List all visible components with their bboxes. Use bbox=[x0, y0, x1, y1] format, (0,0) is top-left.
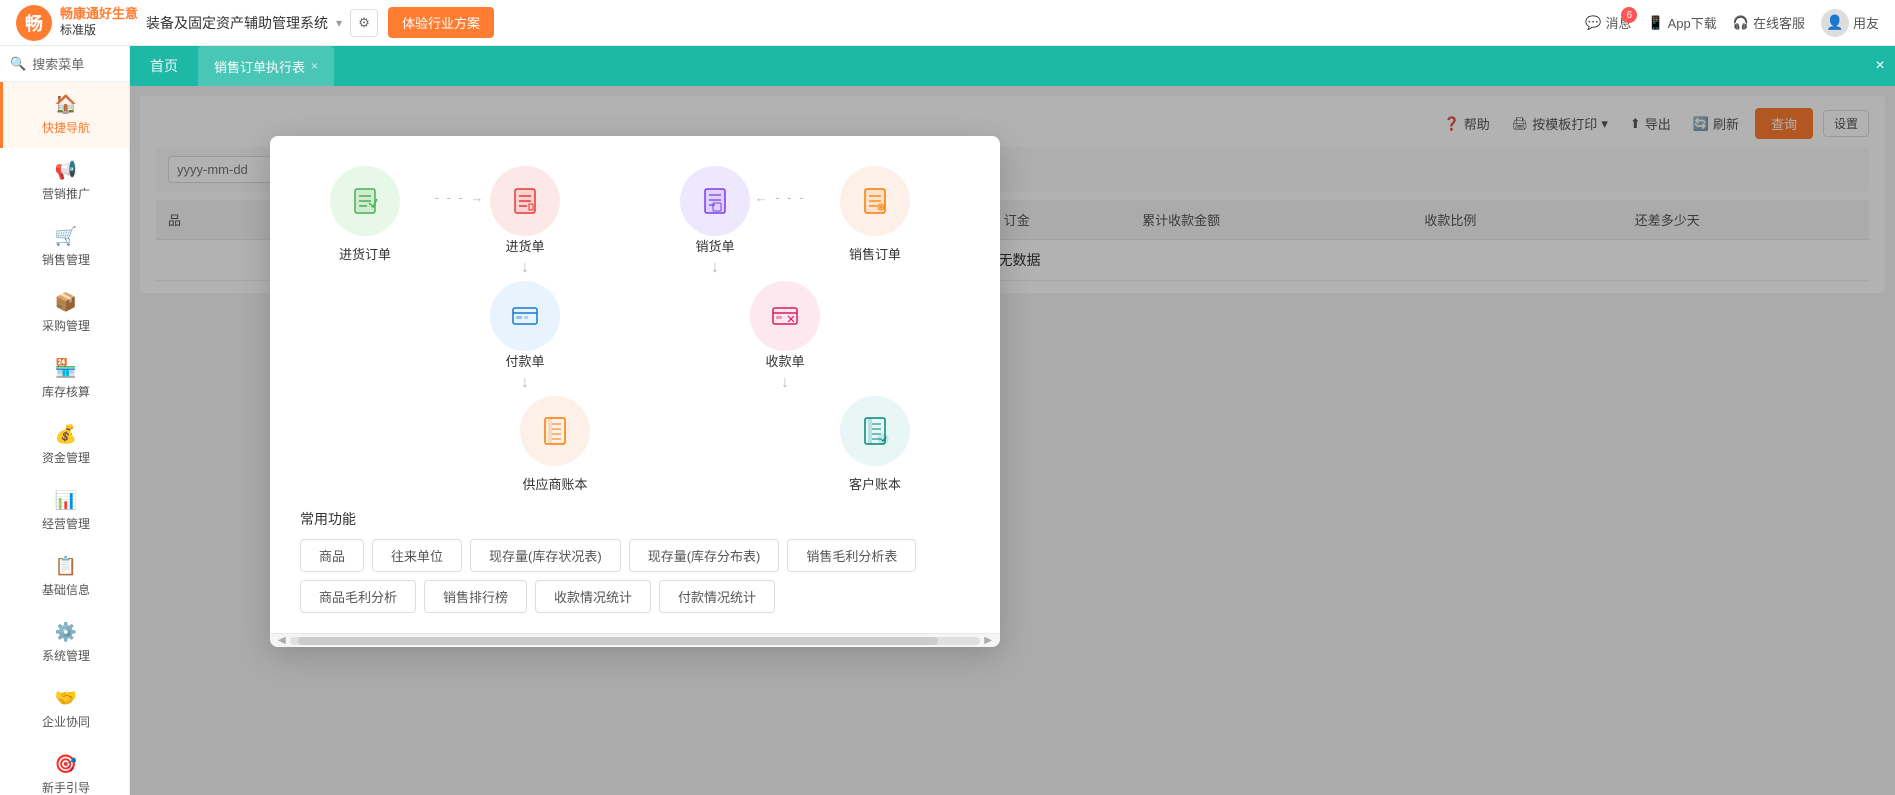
sidebar-label-basic: 基础信息 bbox=[42, 581, 90, 598]
modal-overlay: 进货订单 - - - → bbox=[130, 86, 1895, 795]
sidebar-label-system: 系统管理 bbox=[42, 647, 90, 664]
sidebar-label-guide: 新手引导 bbox=[42, 779, 90, 795]
sidebar-icon-purchase: 📦 bbox=[55, 292, 77, 313]
sidebar-item-guide[interactable]: 🎯 新手引导 bbox=[0, 742, 129, 795]
scrollbar-thumb[interactable] bbox=[298, 637, 938, 645]
service-icon: 🎧 bbox=[1733, 15, 1749, 31]
sidebar-label-inventory: 库存核算 bbox=[42, 383, 90, 400]
tab-close-icon[interactable]: × bbox=[311, 59, 318, 73]
search-icon: 🔍 bbox=[10, 56, 26, 72]
sidebar-label-marketing: 营销推广 bbox=[42, 185, 90, 202]
sidebar-icon-system: ⚙️ bbox=[55, 622, 77, 643]
flow-node-sales-bill[interactable]: 销货单 ↓ bbox=[680, 166, 750, 281]
arrow-purchase-bill-down-icon: ↓ bbox=[521, 259, 529, 277]
purchase-order-icon bbox=[330, 166, 400, 236]
sidebar-item-quick[interactable]: 🏠 快捷导航 bbox=[0, 82, 129, 148]
sidebar-icon-inventory: 🏪 bbox=[55, 358, 77, 379]
flow-diagram: 进货订单 - - - → bbox=[300, 166, 970, 493]
common-func-button[interactable]: 往来单位 bbox=[372, 539, 462, 572]
sidebar-icon-finance: 💰 bbox=[55, 424, 77, 445]
settings-button[interactable]: ⚙ bbox=[350, 9, 378, 37]
app-icon: 📱 bbox=[1647, 15, 1663, 31]
sidebar-icon-sales: 🛒 bbox=[55, 226, 77, 247]
common-func-button[interactable]: 商品 bbox=[300, 539, 364, 572]
sidebar-icon-marketing: 📢 bbox=[55, 160, 77, 181]
flow-node-receipt[interactable]: 收款单 ↓ bbox=[750, 281, 820, 396]
tab-sales-execution[interactable]: 销售订单执行表 × bbox=[198, 46, 334, 86]
logo-icon: 畅 bbox=[16, 5, 52, 41]
service-button[interactable]: 🎧 在线客服 bbox=[1733, 13, 1805, 32]
sidebar: 🔍 搜索菜单 🏠 快捷导航 📢 营销推广 🛒 销售管理 📦 采购管理 🏪 库存核… bbox=[0, 46, 130, 795]
sidebar-item-finance[interactable]: 💰 资金管理 bbox=[0, 412, 129, 478]
flow-node-payment[interactable]: 付款单 ↓ bbox=[490, 281, 560, 396]
scroll-right-icon[interactable]: ▶ bbox=[980, 635, 996, 646]
common-func-title: 常用功能 bbox=[300, 509, 970, 529]
system-title: 装备及固定资产辅助管理系统 ▾ bbox=[146, 13, 342, 33]
trial-button[interactable]: 体验行业方案 bbox=[388, 7, 494, 38]
sidebar-label-quick: 快捷导航 bbox=[42, 119, 90, 136]
user-menu[interactable]: 👤 用友 bbox=[1821, 9, 1879, 37]
flow-node-sales-order[interactable]: 销售订单 bbox=[810, 166, 940, 263]
arrow-sales-bill-down-icon: ↓ bbox=[711, 259, 719, 277]
close-all-tabs-button[interactable]: × bbox=[1865, 46, 1895, 86]
sidebar-icon-basic: 📋 bbox=[55, 556, 77, 577]
tab-bar: 首页 销售订单执行表 × × bbox=[130, 46, 1895, 86]
dropdown-arrow-icon[interactable]: ▾ bbox=[336, 16, 342, 30]
message-button[interactable]: 💬 消息 6 bbox=[1585, 13, 1631, 32]
flow-node-purchase-order[interactable]: 进货订单 bbox=[300, 166, 430, 263]
common-func-button[interactable]: 销售毛利分析表 bbox=[787, 539, 916, 572]
arrow-sales-order-to-bill-icon: ← - - - bbox=[755, 190, 806, 205]
sidebar-item-purchase[interactable]: 📦 采购管理 bbox=[0, 280, 129, 346]
sidebar-item-system[interactable]: ⚙️ 系统管理 bbox=[0, 610, 129, 676]
tab-home[interactable]: 首页 bbox=[130, 46, 198, 86]
sidebar-label-operation: 经营管理 bbox=[42, 515, 90, 532]
sidebar-label-sales: 销售管理 bbox=[42, 251, 90, 268]
sidebar-label-finance: 资金管理 bbox=[42, 449, 90, 466]
sidebar-icon-operation: 📊 bbox=[55, 490, 77, 511]
message-badge: 6 bbox=[1621, 7, 1637, 23]
sidebar-item-basic[interactable]: 📋 基础信息 bbox=[0, 544, 129, 610]
arrow-payment-down-icon: ↓ bbox=[521, 374, 529, 392]
scrollbar-track bbox=[290, 637, 981, 645]
sidebar-icon-quick: 🏠 bbox=[55, 94, 77, 115]
common-func-button[interactable]: 商品毛利分析 bbox=[300, 580, 416, 613]
top-right-area: 💬 消息 6 📱 App下载 🎧 在线客服 👤 用友 bbox=[1585, 9, 1879, 37]
common-func-button[interactable]: 付款情况统计 bbox=[659, 580, 775, 613]
sidebar-item-marketing[interactable]: 📢 营销推广 bbox=[0, 148, 129, 214]
sidebar-item-inventory[interactable]: 🏪 库存核算 bbox=[0, 346, 129, 412]
modal-box: 进货订单 - - - → bbox=[270, 136, 1000, 647]
logo-area: 畅 畅康通好生意 标准版 bbox=[16, 5, 146, 41]
sidebar-item-operation[interactable]: 📊 经营管理 bbox=[0, 478, 129, 544]
sidebar-label-purchase: 采购管理 bbox=[42, 317, 90, 334]
sidebar-item-collab[interactable]: 🤝 企业协同 bbox=[0, 676, 129, 742]
arrow-receipt-down-icon: ↓ bbox=[781, 374, 789, 392]
common-func-button[interactable]: 现存量(库存状况表) bbox=[470, 539, 621, 572]
app-download-button[interactable]: 📱 App下载 bbox=[1647, 13, 1716, 32]
flow-node-purchase-bill[interactable]: 进货单 ↓ bbox=[490, 166, 560, 281]
content-area: 首页 销售订单执行表 × × ❓ 帮助 bbox=[130, 46, 1895, 795]
common-func-button[interactable]: 现存量(库存分布表) bbox=[629, 539, 780, 572]
func-buttons: 商品往来单位现存量(库存状况表)现存量(库存分布表)销售毛利分析表商品毛利分析销… bbox=[300, 539, 970, 613]
flow-node-supplier-ledger[interactable]: 供应商账本 bbox=[490, 396, 620, 493]
common-func-button[interactable]: 收款情况统计 bbox=[535, 580, 651, 613]
common-func-section: 常用功能 商品往来单位现存量(库存状况表)现存量(库存分布表)销售毛利分析表商品… bbox=[300, 509, 970, 613]
message-icon: 💬 bbox=[1585, 15, 1601, 31]
flow-node-customer-ledger[interactable]: 客户账本 bbox=[810, 396, 940, 493]
arrow-purchase-order-to-bill-icon: - - - → bbox=[435, 190, 486, 205]
sidebar-search[interactable]: 🔍 搜索菜单 bbox=[0, 46, 129, 82]
logo-text: 畅康通好生意 标准版 bbox=[60, 6, 138, 38]
scroll-left-icon[interactable]: ◀ bbox=[274, 635, 290, 646]
sidebar-icon-collab: 🤝 bbox=[55, 688, 77, 709]
sidebar-icon-guide: 🎯 bbox=[55, 754, 77, 775]
sidebar-item-sales[interactable]: 🛒 销售管理 bbox=[0, 214, 129, 280]
content-body: ❓ 帮助 🖨 按模板打印 ▾ ⬆ 导出 bbox=[130, 86, 1895, 795]
common-func-button[interactable]: 销售排行榜 bbox=[424, 580, 527, 613]
avatar: 👤 bbox=[1821, 9, 1849, 37]
scrollbar[interactable]: ◀ ▶ bbox=[270, 633, 1000, 647]
sidebar-label-collab: 企业协同 bbox=[42, 713, 90, 730]
modal-content: 进货订单 - - - → bbox=[270, 136, 1000, 633]
